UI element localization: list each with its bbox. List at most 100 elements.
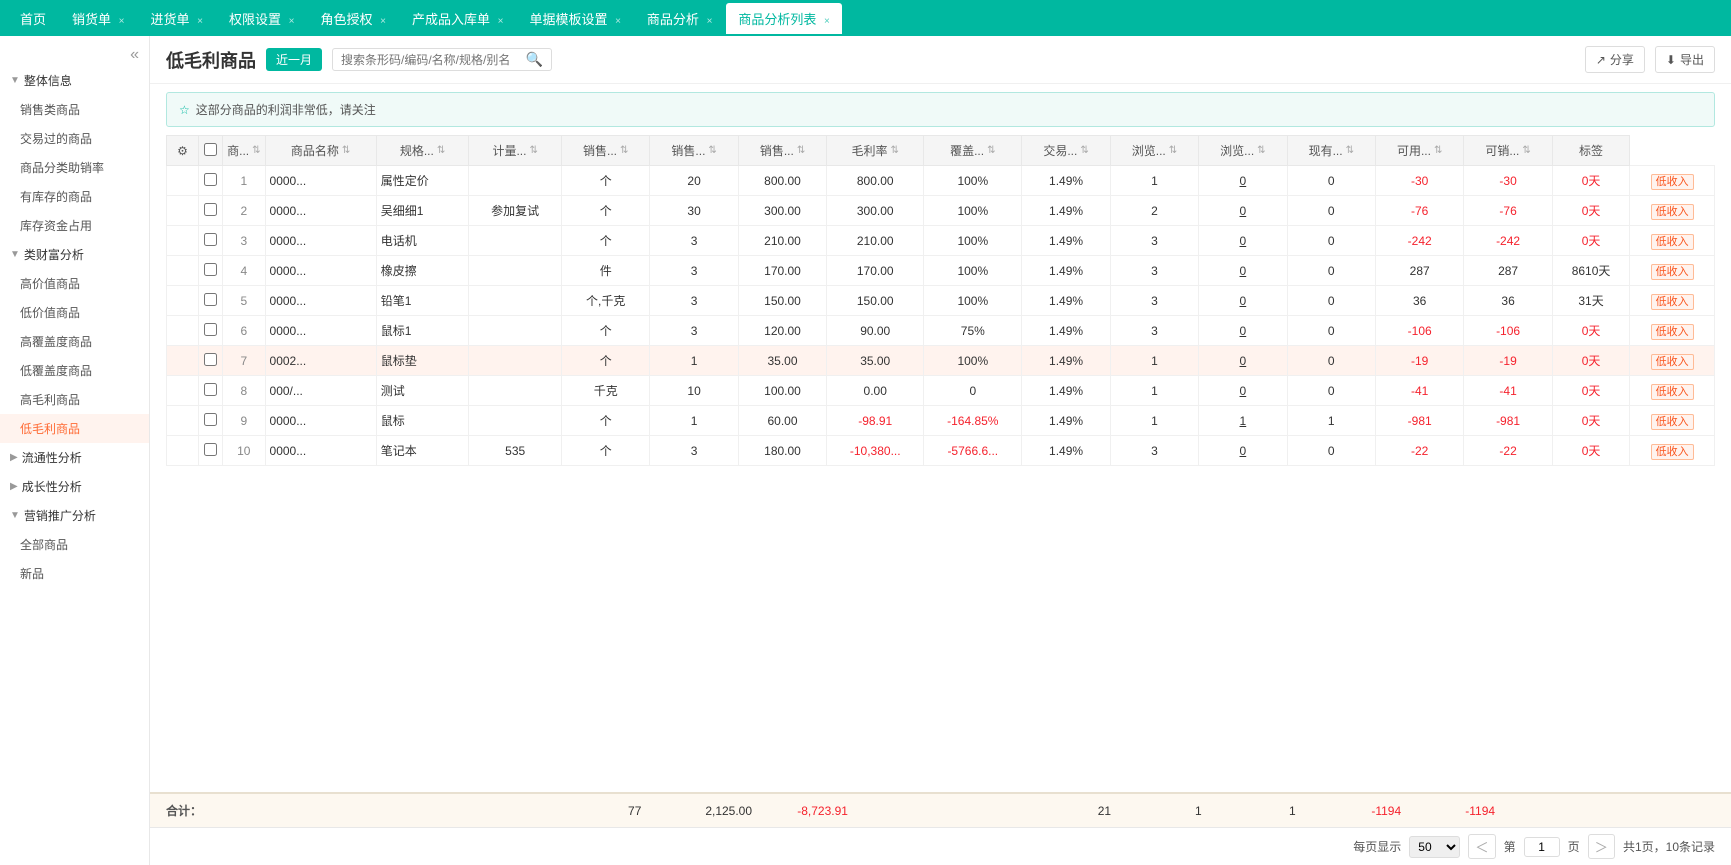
next-page-button[interactable]: ＞ <box>1588 834 1615 859</box>
row-checkbox[interactable] <box>199 376 223 406</box>
col-view1[interactable]: 浏览...⇅ <box>1110 136 1198 166</box>
search-box: 🔍 <box>332 48 552 71</box>
col-unit[interactable]: 计量...⇅ <box>469 136 562 166</box>
nav-role[interactable]: 角色授权 × <box>308 3 397 34</box>
row-checkbox[interactable] <box>199 166 223 196</box>
row-view1[interactable]: 0 <box>1199 226 1287 256</box>
nav-goods-analysis-list[interactable]: 商品分析列表 × <box>726 3 841 34</box>
nav-goods-analysis[interactable]: 商品分析 × <box>635 3 724 34</box>
col-code[interactable]: 商...⇅ <box>223 136 265 166</box>
row-view1[interactable]: 0 <box>1199 196 1287 226</box>
row-view1[interactable]: 1 <box>1199 406 1287 436</box>
col-view2[interactable]: 浏览...⇅ <box>1199 136 1287 166</box>
row-view1[interactable]: 0 <box>1199 316 1287 346</box>
row-gross-margin: 100% <box>924 166 1022 196</box>
row-gross-margin: 100% <box>924 256 1022 286</box>
row-sales-qty: 3 <box>650 226 738 256</box>
row-code: 0000... <box>265 166 376 196</box>
row-coverage: 1.49% <box>1022 376 1110 406</box>
col-settings[interactable]: ⚙ <box>167 136 199 166</box>
sidebar-item-low-value[interactable]: 低价值商品 <box>0 298 149 327</box>
nav-product[interactable]: 产成品入库单 × <box>400 3 515 34</box>
row-view1[interactable]: 0 <box>1199 256 1287 286</box>
sort-icon: ⇅ <box>529 145 537 156</box>
row-checkbox[interactable] <box>199 316 223 346</box>
nav-sales[interactable]: 销货单 × <box>60 3 136 34</box>
sidebar-item-category-sales[interactable]: 商品分类助销率 <box>0 153 149 182</box>
page-size-select[interactable]: 50 100 <box>1409 836 1460 858</box>
row-view1[interactable]: 0 <box>1199 346 1287 376</box>
col-select-all[interactable] <box>199 136 223 166</box>
nav-home[interactable]: 首页 <box>8 3 58 34</box>
col-sellable[interactable]: 可销...⇅ <box>1464 136 1552 166</box>
row-gross-margin: 0 <box>924 376 1022 406</box>
col-name[interactable]: 商品名称⇅ <box>265 136 376 166</box>
sort-icon: ⇅ <box>708 145 716 156</box>
row-checkbox[interactable] <box>199 256 223 286</box>
row-checkbox[interactable] <box>199 406 223 436</box>
sidebar-item-stocked-goods[interactable]: 有库存的商品 <box>0 182 149 211</box>
sidebar-group-flow[interactable]: ▶ 流通性分析 <box>0 443 149 472</box>
nav-close-icon[interactable]: × <box>289 16 295 27</box>
sidebar-group-growth[interactable]: ▶ 成长性分析 <box>0 472 149 501</box>
sidebar-item-high-value[interactable]: 高价值商品 <box>0 269 149 298</box>
sidebar-group-wealth[interactable]: ▼ 类财富分析 <box>0 240 149 269</box>
nav-close-icon[interactable]: × <box>824 16 830 27</box>
chevron-down-icon: ▼ <box>10 75 20 86</box>
col-available[interactable]: 可用...⇅ <box>1375 136 1463 166</box>
search-input[interactable] <box>341 53 526 67</box>
nav-close-icon[interactable]: × <box>197 16 203 27</box>
share-button[interactable]: ↗ 分享 <box>1585 46 1645 73</box>
nav-close-icon[interactable]: × <box>615 16 621 27</box>
sidebar-item-sales-goods[interactable]: 销售类商品 <box>0 95 149 124</box>
sidebar-item-low-coverage[interactable]: 低覆盖度商品 <box>0 356 149 385</box>
sidebar-group-marketing[interactable]: ▼ 营销推广分析 <box>0 501 149 530</box>
col-sales-amount[interactable]: 销售...⇅ <box>738 136 826 166</box>
sidebar-collapse-button[interactable]: « <box>124 44 145 66</box>
page-number-input[interactable] <box>1524 837 1560 857</box>
row-checkbox[interactable] <box>199 286 223 316</box>
row-name: 测试 <box>376 376 469 406</box>
pagination-bar: 每页显示 50 100 ＜ 第 页 ＞ 共1页，10条记录 <box>150 827 1731 865</box>
sidebar-item-new-goods[interactable]: 新品 <box>0 559 149 588</box>
sidebar-item-all-goods[interactable]: 全部商品 <box>0 530 149 559</box>
row-checkbox[interactable] <box>199 226 223 256</box>
col-current-stock[interactable]: 现有...⇅ <box>1287 136 1375 166</box>
row-checkbox[interactable] <box>199 436 223 466</box>
row-view1[interactable]: 0 <box>1199 436 1287 466</box>
nav-close-icon[interactable]: × <box>498 16 504 27</box>
sidebar-item-high-coverage[interactable]: 高覆盖度商品 <box>0 327 149 356</box>
nav-close-icon[interactable]: × <box>707 16 713 27</box>
row-checkbox[interactable] <box>199 346 223 376</box>
export-button[interactable]: ⬇ 导出 <box>1655 46 1715 73</box>
nav-close-icon[interactable]: × <box>380 16 386 27</box>
row-spec <box>469 256 562 286</box>
col-sales-qty[interactable]: 销售...⇅ <box>562 136 650 166</box>
sort-icon: ⇅ <box>342 145 350 156</box>
sidebar-item-traded-goods[interactable]: 交易过的商品 <box>0 124 149 153</box>
row-sales-qty: 3 <box>650 436 738 466</box>
nav-permission[interactable]: 权限设置 × <box>217 3 306 34</box>
col-trade[interactable]: 交易...⇅ <box>1022 136 1110 166</box>
col-spec[interactable]: 规格...⇅ <box>376 136 469 166</box>
sidebar-item-capital[interactable]: 库存资金占用 <box>0 211 149 240</box>
sidebar-item-low-margin[interactable]: 低毛利商品 <box>0 414 149 443</box>
prev-page-button[interactable]: ＜ <box>1468 834 1495 859</box>
row-checkbox[interactable] <box>199 196 223 226</box>
sidebar-group-overview[interactable]: ▼ 整体信息 <box>0 66 149 95</box>
select-all-checkbox[interactable] <box>204 143 217 156</box>
sidebar-item-high-margin[interactable]: 高毛利商品 <box>0 385 149 414</box>
row-view1[interactable]: 0 <box>1199 376 1287 406</box>
row-name: 鼠标 <box>376 406 469 436</box>
nav-close-icon[interactable]: × <box>119 16 125 27</box>
nav-purchase[interactable]: 进货单 × <box>139 3 215 34</box>
nav-template[interactable]: 单据模板设置 × <box>517 3 632 34</box>
row-num: 1 <box>223 166 265 196</box>
col-sales-price[interactable]: 销售...⇅ <box>650 136 738 166</box>
col-gross-margin[interactable]: 毛利率⇅ <box>827 136 924 166</box>
date-filter-button[interactable]: 近一月 <box>266 48 322 71</box>
row-view1[interactable]: 0 <box>1199 286 1287 316</box>
col-coverage[interactable]: 覆盖...⇅ <box>924 136 1022 166</box>
row-view1[interactable]: 0 <box>1199 166 1287 196</box>
row-unit: 件 <box>562 256 650 286</box>
